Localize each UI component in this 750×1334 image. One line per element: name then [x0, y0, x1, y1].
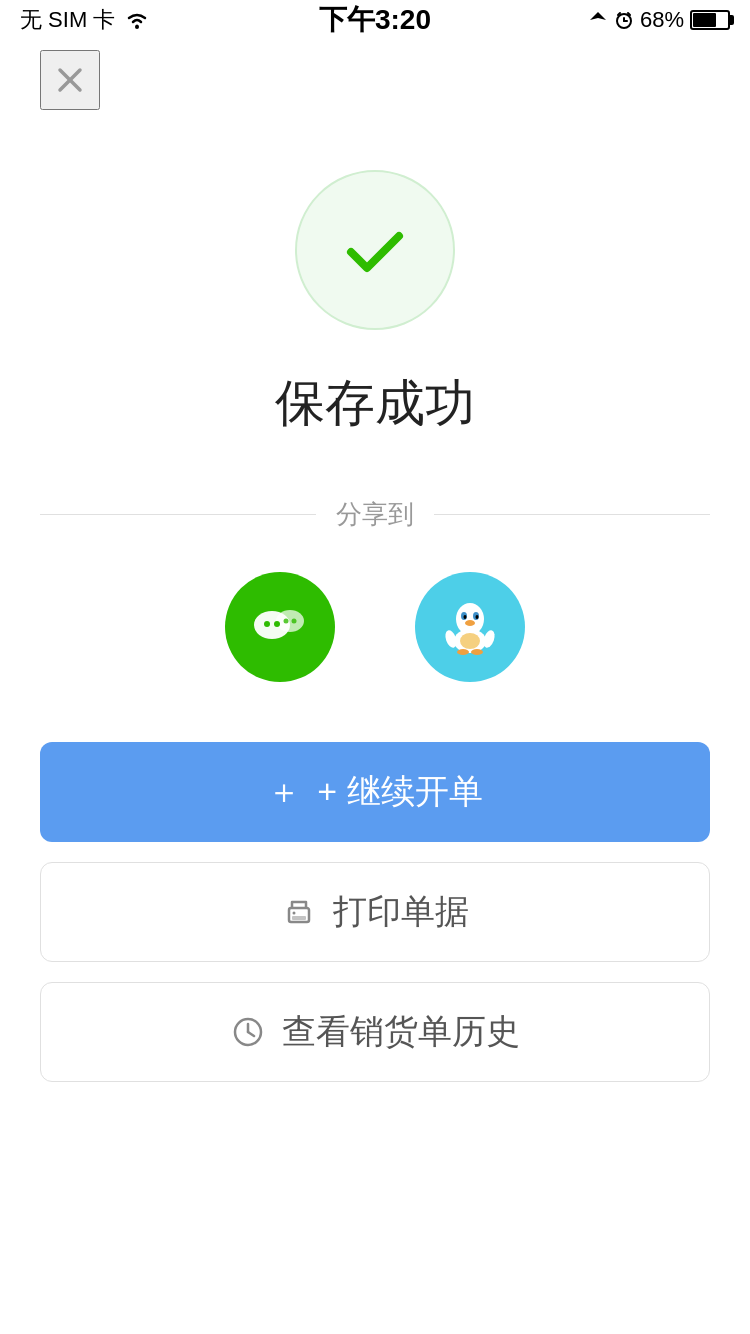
- svg-point-10: [264, 621, 270, 627]
- share-label: 分享到: [316, 497, 434, 532]
- svg-point-18: [476, 615, 479, 619]
- svg-point-25: [460, 633, 480, 649]
- battery-percent: 68%: [640, 7, 684, 33]
- svg-point-28: [293, 912, 296, 915]
- svg-point-12: [284, 619, 289, 624]
- continue-label: + 继续开单: [317, 769, 482, 815]
- svg-point-17: [464, 615, 467, 619]
- close-icon: [52, 62, 88, 98]
- print-button[interactable]: 打印单据: [40, 862, 710, 962]
- share-section: 分享到: [40, 497, 710, 532]
- status-right: 68%: [588, 7, 730, 33]
- history-icon: [230, 1014, 266, 1050]
- sim-status: 无 SIM 卡: [20, 5, 115, 35]
- svg-line-31: [248, 1032, 254, 1036]
- qq-share-button[interactable]: [415, 572, 525, 682]
- plus-icon: ＋: [267, 769, 301, 815]
- success-circle: [295, 170, 455, 330]
- battery-icon: [690, 10, 730, 30]
- main-content: 保存成功 分享到: [0, 40, 750, 1334]
- status-time: 下午3:20: [319, 1, 431, 39]
- svg-line-4: [618, 13, 620, 15]
- location-icon: [588, 10, 608, 30]
- svg-point-9: [276, 610, 304, 632]
- alarm-icon: [614, 10, 634, 30]
- svg-point-19: [465, 620, 475, 626]
- wechat-icon: [248, 595, 312, 659]
- wechat-share-button[interactable]: [225, 572, 335, 682]
- close-button[interactable]: [40, 50, 100, 110]
- share-icons-row: [225, 572, 525, 682]
- status-left: 无 SIM 卡: [20, 5, 151, 35]
- wifi-icon: [123, 10, 151, 30]
- checkmark-icon: [335, 210, 415, 290]
- svg-point-21: [457, 649, 469, 655]
- svg-point-11: [274, 621, 280, 627]
- history-button[interactable]: 查看销货单历史: [40, 982, 710, 1082]
- svg-point-13: [292, 619, 297, 624]
- action-buttons: ＋ + 继续开单 打印单据 查看销货单历史: [40, 742, 710, 1082]
- svg-point-22: [471, 649, 483, 655]
- continue-button[interactable]: ＋ + 继续开单: [40, 742, 710, 842]
- status-bar: 无 SIM 卡 下午3:20 68%: [0, 0, 750, 40]
- history-label: 查看销货单历史: [282, 1009, 520, 1055]
- svg-rect-27: [292, 916, 306, 920]
- qq-icon: [438, 595, 502, 659]
- success-title: 保存成功: [275, 370, 475, 437]
- svg-point-0: [135, 25, 139, 29]
- print-icon: [281, 894, 317, 930]
- svg-line-5: [628, 13, 630, 15]
- print-label: 打印单据: [333, 889, 469, 935]
